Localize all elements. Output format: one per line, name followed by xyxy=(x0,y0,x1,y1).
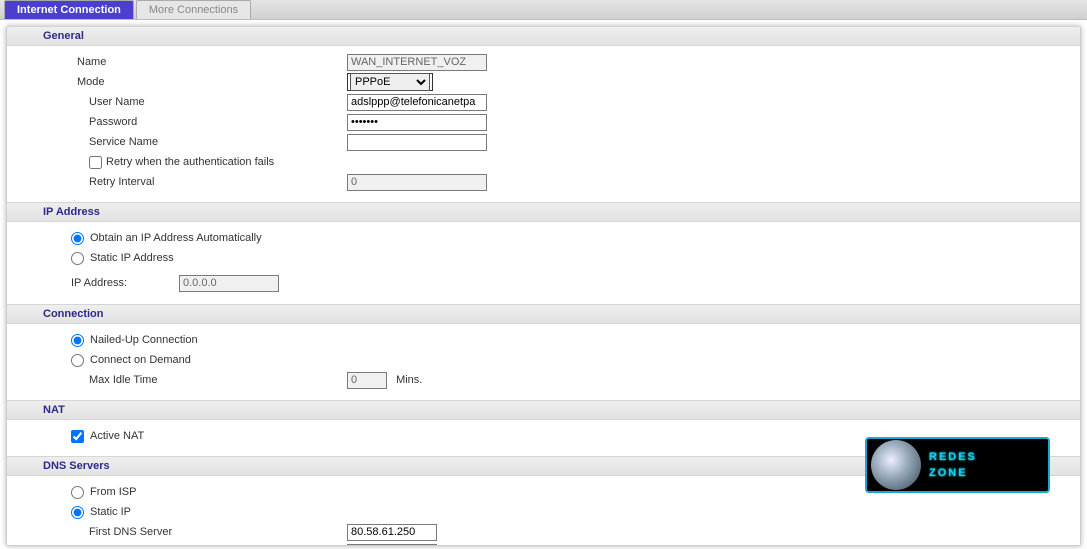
section-header-ip: IP Address xyxy=(7,202,1080,222)
tab-more-connections[interactable]: More Connections xyxy=(136,0,251,19)
active-nat-checkbox[interactable] xyxy=(71,430,84,443)
username-field[interactable] xyxy=(347,94,487,111)
redeszone-logo: REDES ZONE xyxy=(865,437,1050,493)
first-dns-field[interactable] xyxy=(347,524,437,541)
mode-select-wrap: PPPoE xyxy=(347,73,433,91)
name-label: Name xyxy=(7,56,347,68)
second-dns-field[interactable] xyxy=(347,544,437,547)
mode-select[interactable]: PPPoE xyxy=(350,73,430,91)
retry-interval-label: Retry Interval xyxy=(7,176,347,188)
first-dns-label: First DNS Server xyxy=(7,526,347,538)
service-name-label: Service Name xyxy=(7,136,347,148)
ip-auto-label: Obtain an IP Address Automatically xyxy=(90,232,262,244)
ip-auto-radio[interactable] xyxy=(71,232,84,245)
retry-auth-checkbox[interactable] xyxy=(89,156,102,169)
section-header-nat: NAT xyxy=(7,400,1080,420)
retry-auth-label: Retry when the authentication fails xyxy=(106,156,274,168)
ip-address-label: IP Address: xyxy=(71,277,161,289)
dns-from-isp-radio[interactable] xyxy=(71,486,84,499)
section-header-general: General xyxy=(7,26,1080,46)
globe-icon xyxy=(871,440,921,490)
page-root: Internet Connection More Connections Gen… xyxy=(0,0,1087,549)
tab-bar: Internet Connection More Connections xyxy=(0,0,1087,20)
section-ip: Obtain an IP Address Automatically Stati… xyxy=(7,222,1080,304)
active-nat-label: Active NAT xyxy=(90,430,144,442)
mode-label: Mode xyxy=(7,76,347,88)
name-field[interactable] xyxy=(347,54,487,71)
password-label: Password xyxy=(7,116,347,128)
tab-internet-connection[interactable]: Internet Connection xyxy=(4,0,134,19)
max-idle-unit: Mins. xyxy=(396,374,422,386)
section-general: Name Mode PPPoE User Name Password xyxy=(7,46,1080,202)
ip-static-radio[interactable] xyxy=(71,252,84,265)
ip-address-field[interactable] xyxy=(179,275,279,292)
section-connection: Nailed-Up Connection Connect on Demand M… xyxy=(7,324,1080,400)
on-demand-radio[interactable] xyxy=(71,354,84,367)
max-idle-field[interactable] xyxy=(347,372,387,389)
logo-text: REDES ZONE xyxy=(929,449,977,481)
service-name-field[interactable] xyxy=(347,134,487,151)
retry-interval-field[interactable] xyxy=(347,174,487,191)
settings-panel: General Name Mode PPPoE User Name Passwo… xyxy=(6,26,1081,546)
on-demand-label: Connect on Demand xyxy=(90,354,191,366)
max-idle-label: Max Idle Time xyxy=(7,374,347,386)
dns-static-radio[interactable] xyxy=(71,506,84,519)
nailed-up-label: Nailed-Up Connection xyxy=(90,334,198,346)
username-label: User Name xyxy=(7,96,347,108)
nailed-up-radio[interactable] xyxy=(71,334,84,347)
dns-static-label: Static IP xyxy=(90,506,131,518)
ip-static-label: Static IP Address xyxy=(90,252,174,264)
dns-from-isp-label: From ISP xyxy=(90,486,136,498)
section-header-connection: Connection xyxy=(7,304,1080,324)
password-field[interactable] xyxy=(347,114,487,131)
